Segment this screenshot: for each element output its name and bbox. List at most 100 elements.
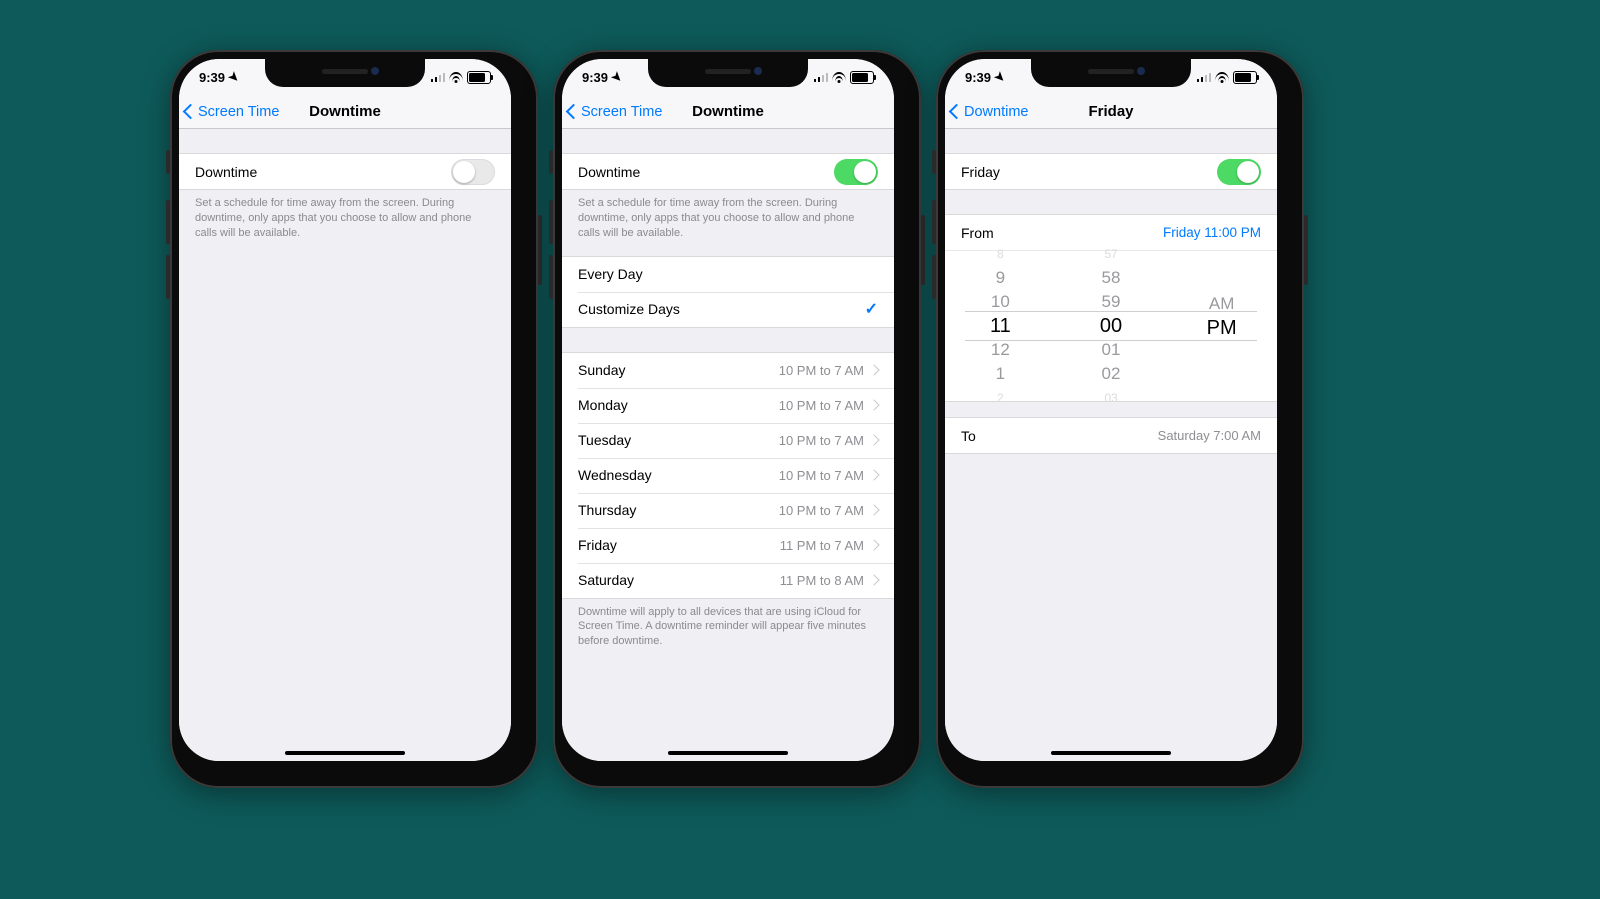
wifi-icon — [449, 72, 463, 82]
back-button[interactable]: Downtime — [951, 95, 1028, 128]
day-row-saturday[interactable]: Saturday 11 PM to 8 AM — [562, 563, 894, 599]
picker-value: 9 — [996, 266, 1005, 290]
chevron-right-icon — [868, 574, 879, 585]
picker-ampm-column[interactable]: AMPM — [1166, 251, 1277, 401]
day-name: Wednesday — [578, 467, 652, 483]
downtime-toggle-row[interactable]: Downtime — [562, 153, 894, 190]
picker-value: 1 — [996, 362, 1005, 386]
chevron-right-icon — [868, 434, 879, 445]
day-range: 10 PM to 7 AM — [779, 468, 878, 483]
chevron-left-icon — [566, 104, 582, 120]
chevron-right-icon — [868, 469, 879, 480]
picker-hour-column[interactable]: 8910111212 — [945, 251, 1056, 401]
chevron-left-icon — [183, 104, 199, 120]
day-range: 10 PM to 7 AM — [779, 363, 878, 378]
downtime-description: Set a schedule for time away from the sc… — [562, 190, 894, 241]
day-range: 10 PM to 7 AM — [779, 433, 878, 448]
downtime-footer: Downtime will apply to all devices that … — [562, 599, 894, 650]
cellular-icon — [431, 72, 446, 82]
row-label: Every Day — [578, 266, 643, 282]
home-indicator[interactable] — [1051, 751, 1171, 755]
chevron-right-icon — [868, 504, 879, 515]
location-icon: ➤ — [609, 69, 625, 85]
device-notch — [648, 59, 808, 87]
picker-value: 8 — [997, 242, 1004, 266]
wifi-icon — [832, 72, 846, 82]
day-name: Sunday — [578, 362, 625, 378]
picker-value: 2 — [997, 386, 1004, 410]
row-label: From — [961, 225, 994, 241]
back-label: Downtime — [964, 104, 1028, 120]
toggle-switch[interactable] — [1217, 159, 1261, 185]
day-row-friday[interactable]: Friday 11 PM to 7 AM — [562, 528, 894, 563]
home-indicator[interactable] — [668, 751, 788, 755]
day-row-tuesday[interactable]: Tuesday 10 PM to 7 AM — [562, 423, 894, 458]
to-row[interactable]: To Saturday 7:00 AM — [945, 417, 1277, 454]
day-row-sunday[interactable]: Sunday 10 PM to 7 AM — [562, 352, 894, 388]
mode-customize-days[interactable]: Customize Days ✓ — [562, 292, 894, 328]
day-range: 10 PM to 7 AM — [779, 398, 878, 413]
picker-value: 03 — [1104, 386, 1117, 410]
day-row-monday[interactable]: Monday 10 PM to 7 AM — [562, 388, 894, 423]
back-button[interactable]: Screen Time — [568, 95, 662, 128]
nav-bar: Screen Time Downtime — [562, 95, 894, 129]
battery-icon — [1233, 71, 1257, 84]
back-label: Screen Time — [198, 104, 279, 120]
day-name: Friday — [578, 537, 617, 553]
to-value: Saturday 7:00 AM — [1158, 428, 1261, 443]
row-label: Downtime — [578, 164, 640, 180]
cellular-icon — [814, 72, 829, 82]
status-time: 9:39 — [965, 70, 991, 85]
picker-minute-column[interactable]: 57585900010203 — [1056, 251, 1167, 401]
nav-title: Downtime — [692, 103, 764, 120]
picker-value: 59 — [1102, 290, 1121, 314]
picker-value: 02 — [1102, 362, 1121, 386]
location-icon: ➤ — [226, 69, 242, 85]
day-range: 11 PM to 7 AM — [780, 538, 878, 553]
downtime-toggle-row[interactable]: Downtime — [179, 153, 511, 190]
status-time: 9:39 — [582, 70, 608, 85]
chevron-left-icon — [949, 104, 965, 120]
row-label: To — [961, 428, 976, 444]
picker-value: 00 — [1100, 314, 1122, 338]
from-value: Friday 11:00 PM — [1163, 225, 1261, 240]
picker-value: 58 — [1102, 266, 1121, 290]
day-toggle-row[interactable]: Friday — [945, 153, 1277, 190]
picker-value: 10 — [991, 290, 1010, 314]
checkmark-icon: ✓ — [865, 299, 878, 319]
cellular-icon — [1197, 72, 1212, 82]
chevron-right-icon — [868, 364, 879, 375]
picker-value: 57 — [1104, 242, 1117, 266]
time-picker[interactable]: 8910111212 57585900010203 AMPM — [945, 250, 1277, 402]
toggle-switch[interactable] — [834, 159, 878, 185]
day-name: Thursday — [578, 502, 636, 518]
battery-icon — [850, 71, 874, 84]
phone-mockup-3: 9:39 ➤ Downtime Friday Friday — [936, 50, 1304, 788]
picker-value: 01 — [1102, 338, 1121, 362]
picker-value: 11 — [990, 314, 1011, 338]
mode-every-day[interactable]: Every Day — [562, 256, 894, 292]
day-row-wednesday[interactable]: Wednesday 10 PM to 7 AM — [562, 458, 894, 493]
home-indicator[interactable] — [285, 751, 405, 755]
picker-value: AM — [1209, 292, 1235, 316]
nav-bar: Screen Time Downtime — [179, 95, 511, 129]
row-label: Customize Days — [578, 301, 680, 317]
picker-value: PM — [1207, 316, 1237, 340]
day-range: 11 PM to 8 AM — [780, 573, 878, 588]
day-name: Saturday — [578, 572, 634, 588]
chevron-right-icon — [868, 399, 879, 410]
location-icon: ➤ — [992, 69, 1008, 85]
day-name: Tuesday — [578, 432, 631, 448]
day-name: Monday — [578, 397, 628, 413]
nav-title: Downtime — [309, 103, 381, 120]
back-button[interactable]: Screen Time — [185, 95, 279, 128]
wifi-icon — [1215, 72, 1229, 82]
row-label: Friday — [961, 164, 1000, 180]
picker-value: 12 — [991, 338, 1010, 362]
nav-bar: Downtime Friday — [945, 95, 1277, 129]
chevron-right-icon — [868, 539, 879, 550]
day-row-thursday[interactable]: Thursday10 PM to 7 AM — [562, 493, 894, 528]
device-notch — [1031, 59, 1191, 87]
toggle-switch[interactable] — [451, 159, 495, 185]
back-label: Screen Time — [581, 104, 662, 120]
